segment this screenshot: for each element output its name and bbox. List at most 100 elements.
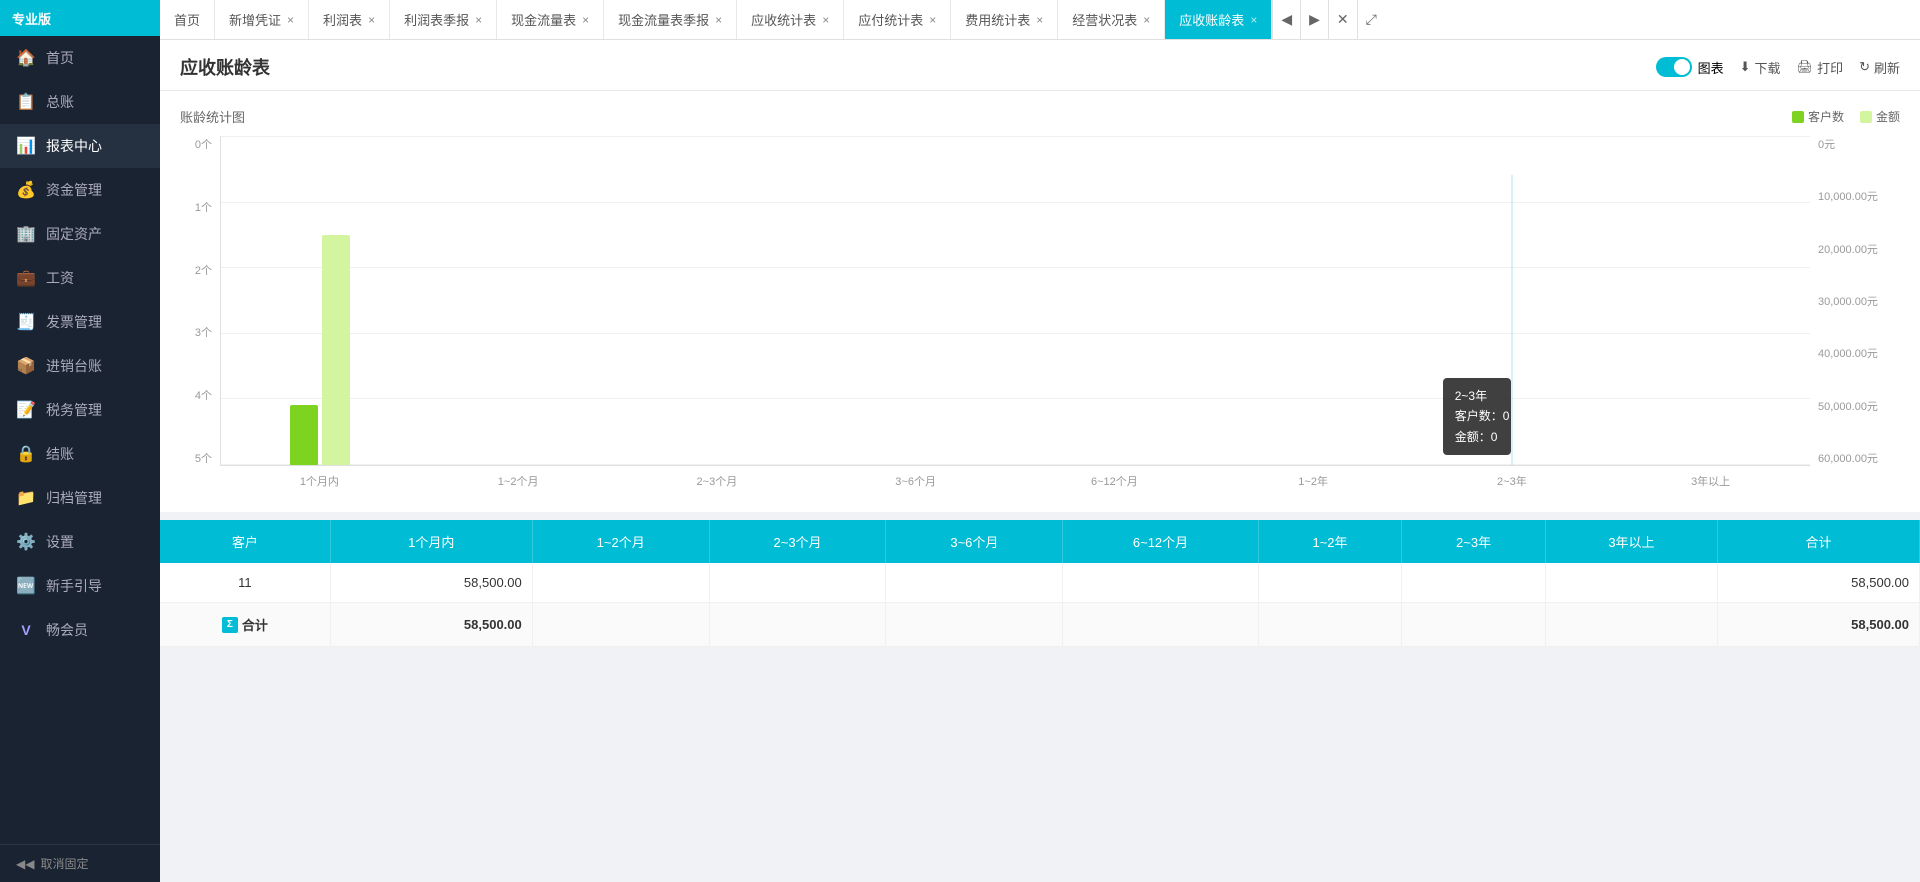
- total-y2-3: [1402, 603, 1546, 647]
- total-label: Σ 合计: [170, 615, 320, 634]
- tab-cashflow[interactable]: 现金流量表 ×: [497, 0, 604, 40]
- tab-profit-close[interactable]: ×: [368, 13, 375, 27]
- col-header-y3plus: 3年以上: [1545, 520, 1717, 563]
- tab-cashflow-quarterly-close[interactable]: ×: [715, 13, 722, 27]
- tooltip-period: 2~3年: [1455, 386, 1500, 406]
- tab-profit-quarterly-close[interactable]: ×: [475, 13, 482, 27]
- download-icon: ⬇: [1740, 59, 1751, 75]
- tab-profit-quarterly[interactable]: 利润表季报 ×: [390, 0, 497, 40]
- cell-m3-6: [886, 563, 1063, 603]
- cell-m6-12: [1063, 563, 1258, 603]
- toggle-label: 图表: [1698, 58, 1724, 77]
- total-text: 合计: [242, 615, 268, 634]
- sidebar-item-tax[interactable]: 📝 税务管理: [0, 388, 160, 432]
- sidebar-item-label: 固定资产: [46, 224, 102, 244]
- cell-m1: 58,500.00: [330, 563, 532, 603]
- funds-icon: 💰: [16, 180, 36, 200]
- toggle-bg[interactable]: [1656, 57, 1692, 77]
- y-axis-left: 5个 4个 3个 2个 1个 0个: [180, 136, 220, 496]
- tab-prev-button[interactable]: ◀: [1272, 0, 1300, 40]
- tab-close-all-button[interactable]: ✕: [1328, 0, 1357, 40]
- sidebar-item-label: 发票管理: [46, 312, 102, 332]
- unpin-sidebar-button[interactable]: ◀◀ 取消固定: [0, 844, 160, 882]
- tab-profit[interactable]: 利润表 ×: [309, 0, 390, 40]
- sidebar-item-ledger[interactable]: 📋 总账: [0, 80, 160, 124]
- sidebar-item-close-accounts[interactable]: 🔒 结账: [0, 432, 160, 476]
- settings-icon: ⚙️: [16, 532, 36, 552]
- tab-expense-stats-close[interactable]: ×: [1036, 13, 1043, 27]
- main-area: 首页 新增凭证 × 利润表 × 利润表季报 × 现金流量表 × 现金流量表季报 …: [160, 0, 1920, 882]
- sidebar-item-funds[interactable]: 💰 资金管理: [0, 168, 160, 212]
- sidebar-item-label: 资金管理: [46, 180, 102, 200]
- tab-next-button[interactable]: ▶: [1300, 0, 1328, 40]
- sidebar-item-vip[interactable]: V 畅会员: [0, 608, 160, 652]
- sidebar-item-report[interactable]: 📊 报表中心: [0, 124, 160, 168]
- chart-tooltip: 2~3年 客户数：0 金额：0: [1443, 378, 1512, 455]
- sidebar-item-label: 报表中心: [46, 136, 102, 156]
- total-m1-2: [532, 603, 709, 647]
- total-total: 58,500.00: [1718, 603, 1920, 647]
- chart-header: 账龄统计图 客户数 金额: [180, 107, 1900, 126]
- refresh-label: 刷新: [1874, 58, 1900, 77]
- sidebar-item-label: 新手引导: [46, 576, 102, 596]
- cell-y3plus: [1545, 563, 1717, 603]
- x-label-3: 3~6个月: [816, 473, 1015, 489]
- tab-receivable-stats[interactable]: 应收统计表 ×: [737, 0, 844, 40]
- download-button[interactable]: ⬇ 下载: [1740, 58, 1781, 77]
- tab-ar-aging[interactable]: 应收账龄表 ×: [1165, 0, 1272, 40]
- total-m3-6: [886, 603, 1063, 647]
- sidebar-item-archive[interactable]: 📁 归档管理: [0, 476, 160, 520]
- x-label-6: 2~3年: [1413, 473, 1612, 489]
- tab-voucher[interactable]: 新增凭证 ×: [215, 0, 309, 40]
- salary-icon: 💼: [16, 268, 36, 288]
- chart-container: 5个 4个 3个 2个 1个 0个: [180, 136, 1900, 496]
- tab-bar: 首页 新增凭证 × 利润表 × 利润表季报 × 现金流量表 × 现金流量表季报 …: [160, 0, 1920, 40]
- tab-payable-stats-close[interactable]: ×: [929, 13, 936, 27]
- tab-cashflow-quarterly[interactable]: 现金流量表季报 ×: [604, 0, 737, 40]
- x-label-0: 1个月内: [220, 473, 419, 489]
- sidebar-item-sales[interactable]: 📦 进销台账: [0, 344, 160, 388]
- tab-business-status-close[interactable]: ×: [1143, 13, 1150, 27]
- report-icon: 📊: [16, 136, 36, 156]
- cell-y1-2: [1258, 563, 1402, 603]
- tab-cashflow-close[interactable]: ×: [582, 13, 589, 27]
- tab-profit-quarterly-label: 利润表季报: [404, 10, 469, 29]
- tab-receivable-stats-close[interactable]: ×: [822, 13, 829, 27]
- tab-home-label: 首页: [174, 10, 200, 29]
- unpin-icon: ◀◀: [16, 857, 34, 871]
- sidebar-item-invoice[interactable]: 🧾 发票管理: [0, 300, 160, 344]
- sidebar-item-guide[interactable]: 🆕 新手引导: [0, 564, 160, 608]
- chart-toggle[interactable]: 图表: [1656, 57, 1724, 77]
- print-icon: 🖨: [1797, 59, 1814, 75]
- sidebar-item-settings[interactable]: ⚙️ 设置: [0, 520, 160, 564]
- legend-customer-label: 客户数: [1808, 108, 1844, 125]
- cell-y2-3: [1402, 563, 1546, 603]
- refresh-button[interactable]: ↻ 刷新: [1859, 58, 1900, 77]
- chart-legend: 客户数 金额: [1792, 108, 1900, 125]
- tab-voucher-label: 新增凭证: [229, 10, 281, 29]
- sidebar-item-label: 首页: [46, 48, 74, 68]
- x-label-4: 6~12个月: [1015, 473, 1214, 489]
- sidebar-item-label: 工资: [46, 268, 74, 288]
- print-button[interactable]: 🖨 打印: [1797, 58, 1844, 77]
- bar-group-0[interactable]: [221, 235, 420, 465]
- tab-voucher-close[interactable]: ×: [287, 13, 294, 27]
- tab-home[interactable]: 首页: [160, 0, 215, 40]
- sidebar-item-label: 结账: [46, 444, 74, 464]
- total-m2-3: [709, 603, 886, 647]
- tooltip-amount: 金额：0: [1455, 427, 1500, 447]
- table-section: 客户 1个月内 1~2个月 2~3个月 3~6个月 6~12个月 1~2年 2~…: [160, 520, 1920, 647]
- tab-business-status[interactable]: 经营状况表 ×: [1058, 0, 1165, 40]
- cell-customer: 11: [160, 563, 330, 603]
- tab-maximize-button[interactable]: ⤢: [1357, 0, 1385, 40]
- sidebar-item-assets[interactable]: 🏢 固定资产: [0, 212, 160, 256]
- sidebar-item-home[interactable]: 🏠 首页: [0, 36, 160, 80]
- total-y1-2: [1258, 603, 1402, 647]
- tab-ar-aging-close[interactable]: ×: [1250, 13, 1257, 27]
- tab-payable-stats[interactable]: 应付统计表 ×: [844, 0, 951, 40]
- close-accounts-icon: 🔒: [16, 444, 36, 464]
- sales-icon: 📦: [16, 356, 36, 376]
- x-label-1: 1~2个月: [419, 473, 618, 489]
- tab-expense-stats[interactable]: 费用统计表 ×: [951, 0, 1058, 40]
- sidebar-item-salary[interactable]: 💼 工资: [0, 256, 160, 300]
